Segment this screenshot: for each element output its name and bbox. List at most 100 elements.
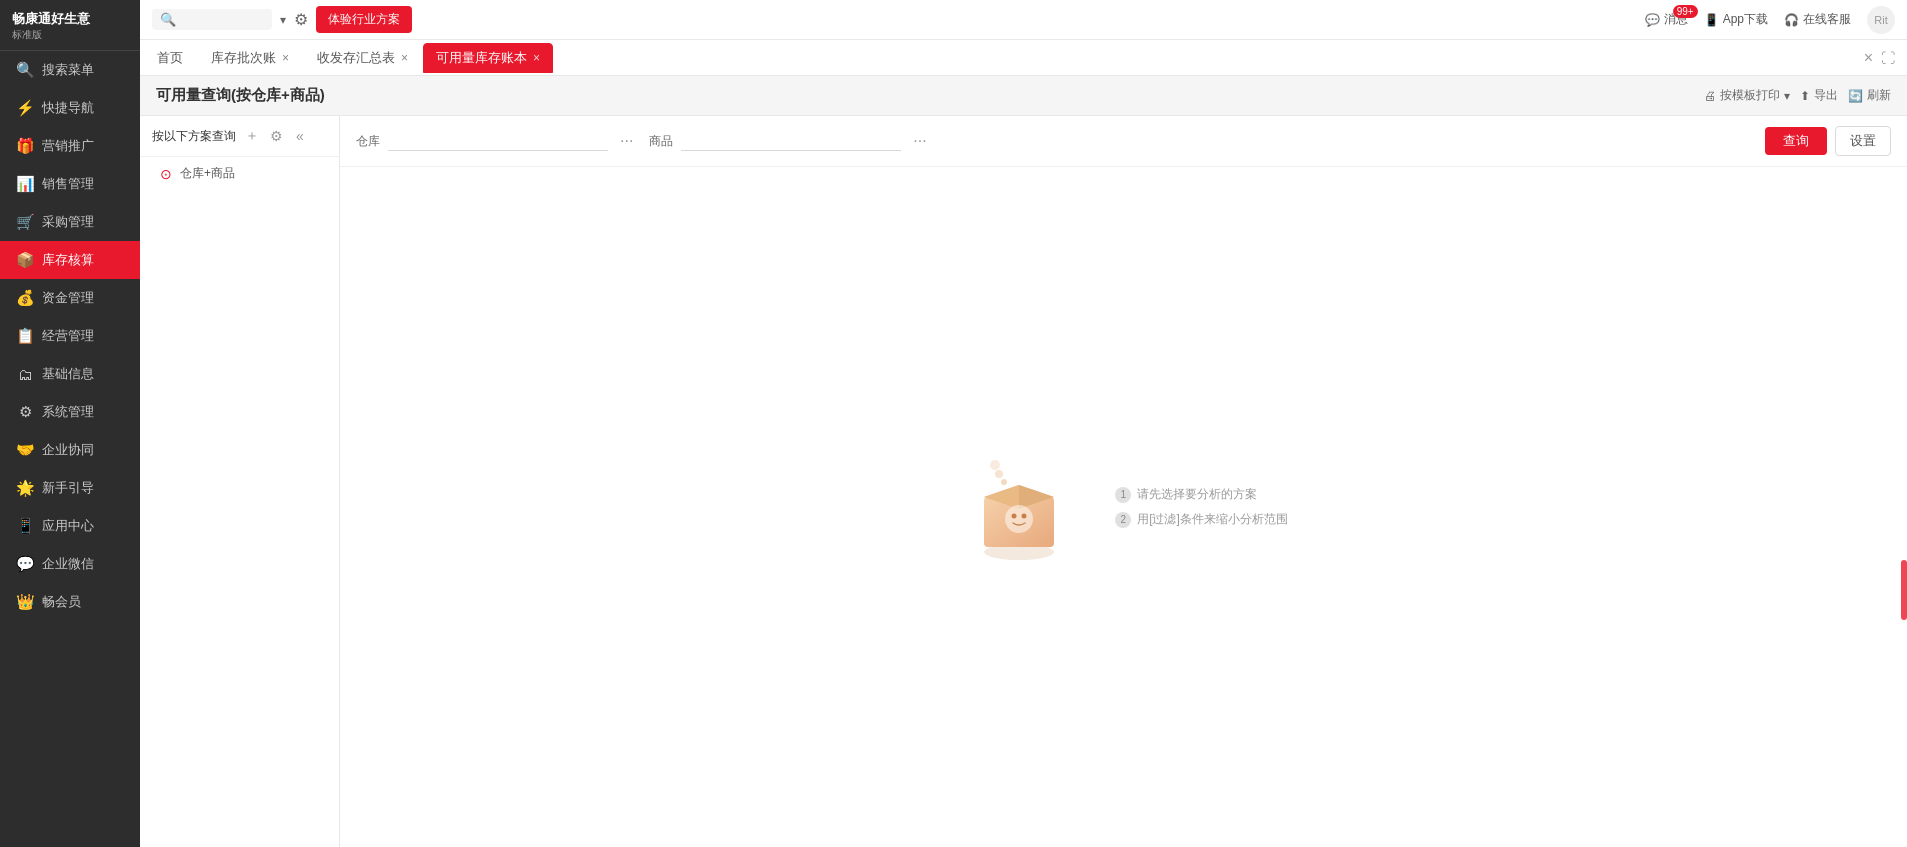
operations-icon: 📋 (16, 327, 34, 345)
member-icon: 👑 (16, 593, 34, 611)
message-badge: 99+ (1673, 5, 1698, 18)
close-all-icon[interactable]: × (1864, 49, 1873, 67)
product-label: 商品 (649, 133, 673, 150)
refresh-button[interactable]: 🔄 刷新 (1848, 87, 1891, 104)
sidebar-item-appcenter[interactable]: 📱 应用中心 (0, 507, 140, 545)
sidebar-item-label: 资金管理 (42, 289, 94, 307)
filter-header-text: 按以下方案查询 (152, 128, 236, 145)
app-download-icon: 📱 (1704, 13, 1719, 27)
sidebar-item-basic[interactable]: 🗂 基础信息 (0, 355, 140, 393)
hint-number-2: 2 (1115, 512, 1131, 528)
user-avatar[interactable]: Rit (1867, 6, 1895, 34)
sidebar-item-label: 营销推广 (42, 137, 94, 155)
wechat-icon: 💬 (16, 555, 34, 573)
product-more-button[interactable]: ··· (913, 132, 926, 150)
empty-hint-1: 1 请先选择要分析的方案 (1115, 486, 1288, 503)
tab-summary-close[interactable]: × (401, 51, 408, 65)
sidebar-item-label: 销售管理 (42, 175, 94, 193)
sidebar-item-label: 系统管理 (42, 403, 94, 421)
empty-hint-2: 2 用[过滤]条件来缩小分析范围 (1115, 511, 1288, 528)
system-icon: ⚙ (16, 403, 34, 421)
product-field: 商品 ··· (649, 132, 926, 151)
appcenter-icon: 📱 (16, 517, 34, 535)
filter-item-warehouse-product[interactable]: ⊙ 仓库+商品 (140, 157, 339, 190)
search-input[interactable] (180, 13, 260, 27)
query-button[interactable]: 查询 (1765, 127, 1827, 155)
app-title: 畅康通好生意 (12, 10, 128, 28)
print-dropdown-icon: ▾ (1784, 89, 1790, 103)
print-icon: 🖨 (1704, 89, 1716, 103)
page-actions: 🖨 按模板打印 ▾ ⬆ 导出 🔄 刷新 (1704, 87, 1891, 104)
sidebar-item-newguide[interactable]: 🌟 新手引导 (0, 469, 140, 507)
tab-batch-close[interactable]: × (282, 51, 289, 65)
sales-icon: 📊 (16, 175, 34, 193)
sidebar-item-label: 企业微信 (42, 555, 94, 573)
filter-settings-button[interactable]: ⚙ (266, 126, 286, 146)
tab-batch[interactable]: 库存批次账 × (198, 43, 302, 73)
sidebar-item-system[interactable]: ⚙ 系统管理 (0, 393, 140, 431)
quick-icon: ⚡ (16, 99, 34, 117)
purchase-icon: 🛒 (16, 213, 34, 231)
sidebar-item-quick[interactable]: ⚡ 快捷导航 (0, 89, 140, 127)
online-service-button[interactable]: 🎧 在线客服 (1784, 11, 1851, 28)
content-area: 按以下方案查询 ＋ ⚙ « ⊙ 仓库+商品 仓库 ··· (140, 116, 1907, 847)
sidebar-item-enterprise[interactable]: 🤝 企业协同 (0, 431, 140, 469)
settings-button[interactable]: 设置 (1835, 126, 1891, 156)
sidebar-item-label: 搜索菜单 (42, 61, 94, 79)
app-download-label: App下载 (1723, 11, 1768, 28)
empty-illustration (959, 447, 1079, 567)
sidebar-item-search[interactable]: 🔍 搜索菜单 (0, 51, 140, 89)
message-icon: 💬 (1645, 13, 1660, 27)
marketing-icon: 🎁 (16, 137, 34, 155)
right-scrollbar (1901, 560, 1907, 620)
sidebar-item-finance[interactable]: 💰 资金管理 (0, 279, 140, 317)
refresh-label: 刷新 (1867, 87, 1891, 104)
filter-item-label: 仓库+商品 (180, 165, 235, 182)
sidebar: 畅康通好生意 标准版 🔍 搜索菜单 ⚡ 快捷导航 🎁 营销推广 📊 销售管理 🛒… (0, 0, 140, 847)
finance-icon: 💰 (16, 289, 34, 307)
tab-summary-label: 收发存汇总表 (317, 49, 395, 67)
sidebar-item-inventory[interactable]: 📦 库存核算 (0, 241, 140, 279)
sidebar-item-label: 企业协同 (42, 441, 94, 459)
hint-number-1: 1 (1115, 487, 1131, 503)
message-button[interactable]: 💬 消息 99+ (1645, 11, 1688, 28)
filter-header-icons: ＋ ⚙ « (242, 126, 310, 146)
query-actions: 查询 设置 (1765, 126, 1891, 156)
sidebar-item-operations[interactable]: 📋 经营管理 (0, 317, 140, 355)
print-label: 按模板打印 (1720, 87, 1780, 104)
warehouse-label: 仓库 (356, 133, 380, 150)
tab-available[interactable]: 可用量库存账本 × (423, 43, 553, 73)
topbar-dropdown-button[interactable]: ▾ (280, 13, 286, 27)
refresh-icon: 🔄 (1848, 89, 1863, 103)
tab-summary[interactable]: 收发存汇总表 × (304, 43, 421, 73)
empty-state: 1 请先选择要分析的方案 2 用[过滤]条件来缩小分析范围 (340, 167, 1907, 847)
sidebar-item-marketing[interactable]: 🎁 营销推广 (0, 127, 140, 165)
trial-button[interactable]: 体验行业方案 (316, 6, 412, 33)
gear-icon[interactable]: ⚙ (294, 10, 308, 29)
topbar: 🔍 ▾ ⚙ 体验行业方案 💬 消息 99+ 📱 App下载 🎧 在线客服 Rit (140, 0, 1907, 40)
expand-icon[interactable]: ⛶ (1881, 50, 1895, 66)
tab-home[interactable]: 首页 (144, 43, 196, 73)
warehouse-input[interactable] (388, 132, 608, 151)
search-icon: 🔍 (16, 61, 34, 79)
print-button[interactable]: 🖨 按模板打印 ▾ (1704, 87, 1790, 104)
sidebar-item-sales[interactable]: 📊 销售管理 (0, 165, 140, 203)
product-input[interactable] (681, 132, 901, 151)
empty-content: 1 请先选择要分析的方案 2 用[过滤]条件来缩小分析范围 (959, 447, 1288, 567)
enterprise-icon: 🤝 (16, 441, 34, 459)
tab-available-close[interactable]: × (533, 51, 540, 65)
sidebar-item-member[interactable]: 👑 畅会员 (0, 583, 140, 621)
filter-collapse-button[interactable]: « (290, 126, 310, 146)
filter-add-button[interactable]: ＋ (242, 126, 262, 146)
user-name: Rit (1874, 14, 1887, 26)
export-button[interactable]: ⬆ 导出 (1800, 87, 1838, 104)
sidebar-item-wechat[interactable]: 💬 企业微信 (0, 545, 140, 583)
sidebar-item-purchase[interactable]: 🛒 采购管理 (0, 203, 140, 241)
svg-point-8 (1001, 479, 1007, 485)
app-download-button[interactable]: 📱 App下载 (1704, 11, 1768, 28)
sidebar-item-label: 库存核算 (42, 251, 94, 269)
warehouse-more-button[interactable]: ··· (620, 132, 633, 150)
svg-point-6 (1012, 514, 1017, 519)
query-bar: 仓库 ··· 商品 ··· 查询 设置 (340, 116, 1907, 167)
sidebar-item-label: 新手引导 (42, 479, 94, 497)
